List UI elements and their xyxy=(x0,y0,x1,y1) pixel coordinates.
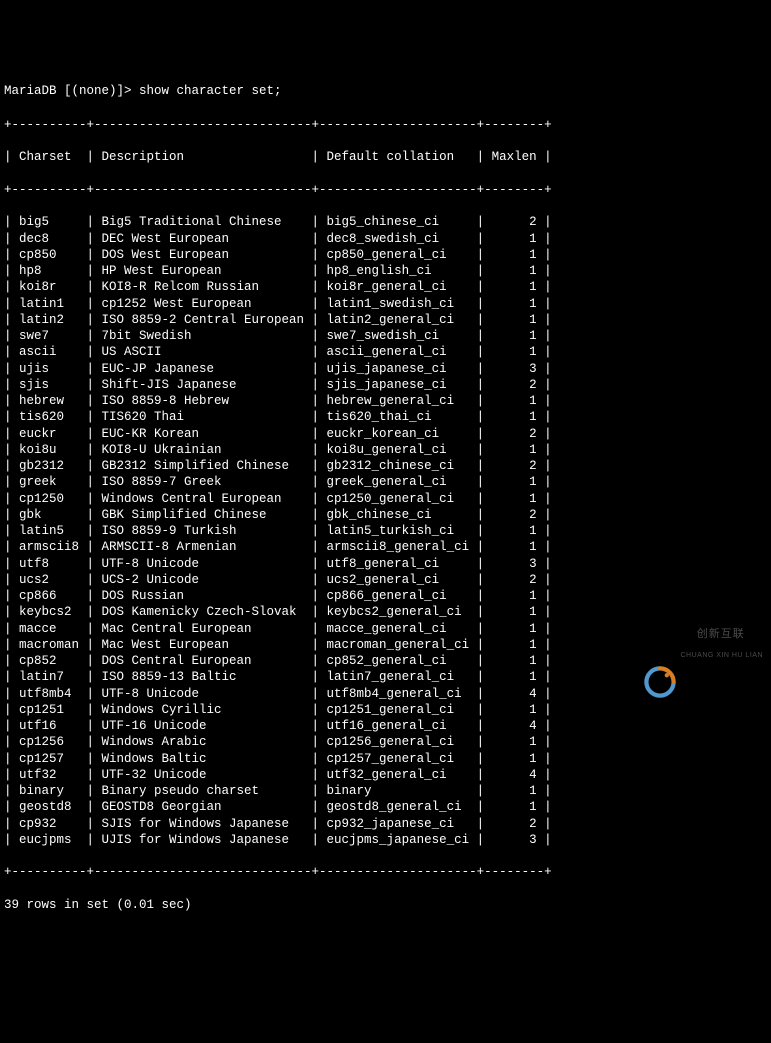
table-row: | tis620 | TIS620 Thai | tis620_thai_ci … xyxy=(4,409,767,425)
table-row: | utf8 | UTF-8 Unicode | utf8_general_ci… xyxy=(4,556,767,572)
table-row: | sjis | Shift-JIS Japanese | sjis_japan… xyxy=(4,377,767,393)
table-row: | cp1257 | Windows Baltic | cp1257_gener… xyxy=(4,751,767,767)
table-row: | utf16 | UTF-16 Unicode | utf16_general… xyxy=(4,718,767,734)
watermark: 创新互联 CHUANG XIN HU LIAN xyxy=(643,616,763,684)
watermark-cn: 创新互联 xyxy=(697,628,745,640)
header-row: | Charset | Description | Default collat… xyxy=(4,149,767,165)
table-row: | geostd8 | GEOSTD8 Georgian | geostd8_g… xyxy=(4,799,767,815)
table-row: | cp932 | SJIS for Windows Japanese | cp… xyxy=(4,816,767,832)
table-body: | big5 | Big5 Traditional Chinese | big5… xyxy=(4,214,767,848)
table-row: | greek | ISO 8859-7 Greek | greek_gener… xyxy=(4,474,767,490)
table-row: | hp8 | HP West European | hp8_english_c… xyxy=(4,263,767,279)
table-row: | cp1251 | Windows Cyrillic | cp1251_gen… xyxy=(4,702,767,718)
table-row: | swe7 | 7bit Swedish | swe7_swedish_ci … xyxy=(4,328,767,344)
table-row: | latin5 | ISO 8859-9 Turkish | latin5_t… xyxy=(4,523,767,539)
sql-prompt: MariaDB [(none)]> show character set; xyxy=(4,83,767,99)
table-row: | ucs2 | UCS-2 Unicode | ucs2_general_ci… xyxy=(4,572,767,588)
table-row: | hebrew | ISO 8859-8 Hebrew | hebrew_ge… xyxy=(4,393,767,409)
table-row: | koi8r | KOI8-R Relcom Russian | koi8r_… xyxy=(4,279,767,295)
table-row: | gbk | GBK Simplified Chinese | gbk_chi… xyxy=(4,507,767,523)
table-row: | ujis | EUC-JP Japanese | ujis_japanese… xyxy=(4,361,767,377)
table-row: | cp1256 | Windows Arabic | cp1256_gener… xyxy=(4,734,767,750)
footer-text: 39 rows in set (0.01 sec) xyxy=(4,897,767,913)
table-row: | dec8 | DEC West European | dec8_swedis… xyxy=(4,231,767,247)
table-row: | utf32 | UTF-32 Unicode | utf32_general… xyxy=(4,767,767,783)
table-row: | euckr | EUC-KR Korean | euckr_korean_c… xyxy=(4,426,767,442)
watermark-en: CHUANG XIN HU LIAN xyxy=(680,652,763,660)
table-row: | latin2 | ISO 8859-2 Central European |… xyxy=(4,312,767,328)
table-row: | cp850 | DOS West European | cp850_gene… xyxy=(4,247,767,263)
table-row: | latin1 | cp1252 West European | latin1… xyxy=(4,296,767,312)
table-row: | big5 | Big5 Traditional Chinese | big5… xyxy=(4,214,767,230)
table-row: | cp866 | DOS Russian | cp866_general_ci… xyxy=(4,588,767,604)
divider-bottom: +----------+----------------------------… xyxy=(4,864,767,880)
divider-top: +----------+----------------------------… xyxy=(4,117,767,133)
table-row: | binary | Binary pseudo charset | binar… xyxy=(4,783,767,799)
table-row: | eucjpms | UJIS for Windows Japanese | … xyxy=(4,832,767,848)
divider-mid: +----------+----------------------------… xyxy=(4,182,767,198)
watermark-logo-icon xyxy=(643,633,677,667)
table-row: | ascii | US ASCII | ascii_general_ci | … xyxy=(4,344,767,360)
table-row: | cp1250 | Windows Central European | cp… xyxy=(4,491,767,507)
table-row: | armscii8 | ARMSCII-8 Armenian | armsci… xyxy=(4,539,767,555)
table-row: | gb2312 | GB2312 Simplified Chinese | g… xyxy=(4,458,767,474)
terminal-output: MariaDB [(none)]> show character set; +-… xyxy=(4,67,767,929)
watermark-text: 创新互联 CHUANG XIN HU LIAN xyxy=(680,616,763,684)
table-row: | koi8u | KOI8-U Ukrainian | koi8u_gener… xyxy=(4,442,767,458)
